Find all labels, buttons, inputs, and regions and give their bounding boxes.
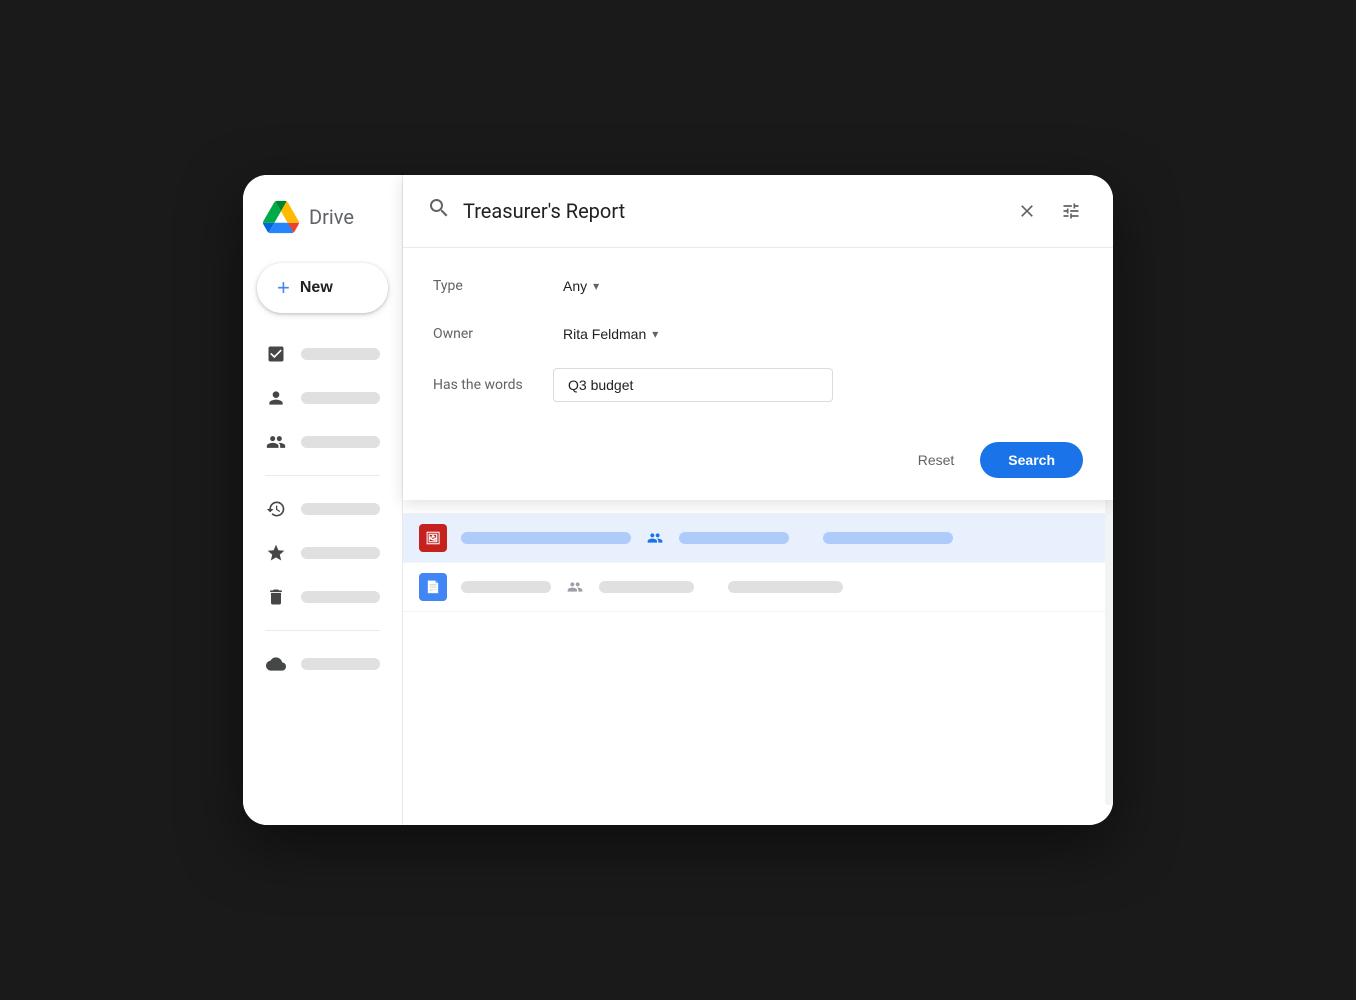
recent-icon	[265, 498, 287, 520]
share-icon	[565, 577, 585, 597]
close-button[interactable]	[1009, 193, 1045, 229]
doc-icon: 📄	[419, 573, 447, 601]
people-icon	[265, 431, 287, 453]
search-header: Treasurer's Report	[403, 175, 1113, 248]
sidebar-item-recent[interactable]	[251, 488, 394, 530]
type-label: Type	[433, 278, 553, 294]
divider	[265, 475, 380, 476]
table-row[interactable]: 📄	[403, 563, 1113, 612]
table-row[interactable]: 🖼	[403, 514, 1113, 563]
filter-button[interactable]	[1053, 193, 1089, 229]
words-label: Has the words	[433, 377, 553, 393]
search-dialog: Treasurer's Report	[403, 175, 1113, 500]
type-dropdown-arrow: ▾	[593, 279, 599, 293]
sidebar-label	[301, 436, 380, 448]
type-value: Any	[563, 278, 587, 294]
words-filter-row: Has the words	[433, 368, 1083, 402]
sidebar-item-my-drive[interactable]	[251, 333, 394, 375]
app-window: Drive + New	[243, 175, 1113, 825]
search-icon	[427, 196, 451, 226]
sidebar-item-shared[interactable]	[251, 377, 394, 419]
file-meta	[599, 581, 694, 593]
sidebar-header: Drive	[243, 191, 402, 255]
trash-icon	[265, 586, 287, 608]
file-name	[461, 532, 631, 544]
app-title: Drive	[309, 205, 354, 229]
file-meta	[679, 532, 789, 544]
new-button-label: New	[300, 279, 333, 297]
sidebar-label	[301, 547, 380, 559]
owner-value: Rita Feldman	[563, 326, 646, 342]
filter-fields: Type Any ▾ Owner Rita Feldman ▾ Has the …	[403, 248, 1113, 442]
file-name	[461, 581, 551, 593]
search-query: Treasurer's Report	[463, 199, 997, 223]
plus-icon: +	[277, 277, 290, 299]
sidebar: Drive + New	[243, 175, 403, 825]
main-content: Treasurer's Report	[403, 175, 1113, 825]
new-button[interactable]: + New	[257, 263, 388, 313]
share-icon	[645, 528, 665, 548]
divider-2	[265, 630, 380, 631]
sidebar-label	[301, 591, 380, 603]
star-icon	[265, 542, 287, 564]
sidebar-label	[301, 658, 380, 670]
image-icon: 🖼	[419, 524, 447, 552]
sidebar-item-trash[interactable]	[251, 576, 394, 618]
sidebar-item-storage[interactable]	[251, 643, 394, 685]
drive-logo-icon	[263, 199, 299, 235]
sidebar-label	[301, 503, 380, 515]
file-date	[728, 581, 843, 593]
reset-button[interactable]: Reset	[900, 442, 973, 478]
sidebar-label	[301, 392, 380, 404]
search-button[interactable]: Search	[980, 442, 1083, 478]
dialog-actions: Reset Search	[403, 442, 1113, 500]
owner-filter-row: Owner Rita Feldman ▾	[433, 320, 1083, 348]
sidebar-label	[301, 348, 380, 360]
storage-icon	[265, 653, 287, 675]
words-input[interactable]	[553, 368, 833, 402]
owner-dropdown-arrow: ▾	[652, 327, 658, 341]
file-date	[823, 532, 953, 544]
type-filter-row: Type Any ▾	[433, 272, 1083, 300]
type-select[interactable]: Any ▾	[553, 272, 609, 300]
sidebar-nav	[243, 333, 402, 685]
owner-select[interactable]: Rita Feldman ▾	[553, 320, 668, 348]
sidebar-item-starred[interactable]	[251, 532, 394, 574]
sidebar-item-people[interactable]	[251, 421, 394, 463]
header-actions	[1009, 193, 1089, 229]
shared-icon	[265, 387, 287, 409]
my-drive-icon	[265, 343, 287, 365]
owner-label: Owner	[433, 326, 553, 342]
